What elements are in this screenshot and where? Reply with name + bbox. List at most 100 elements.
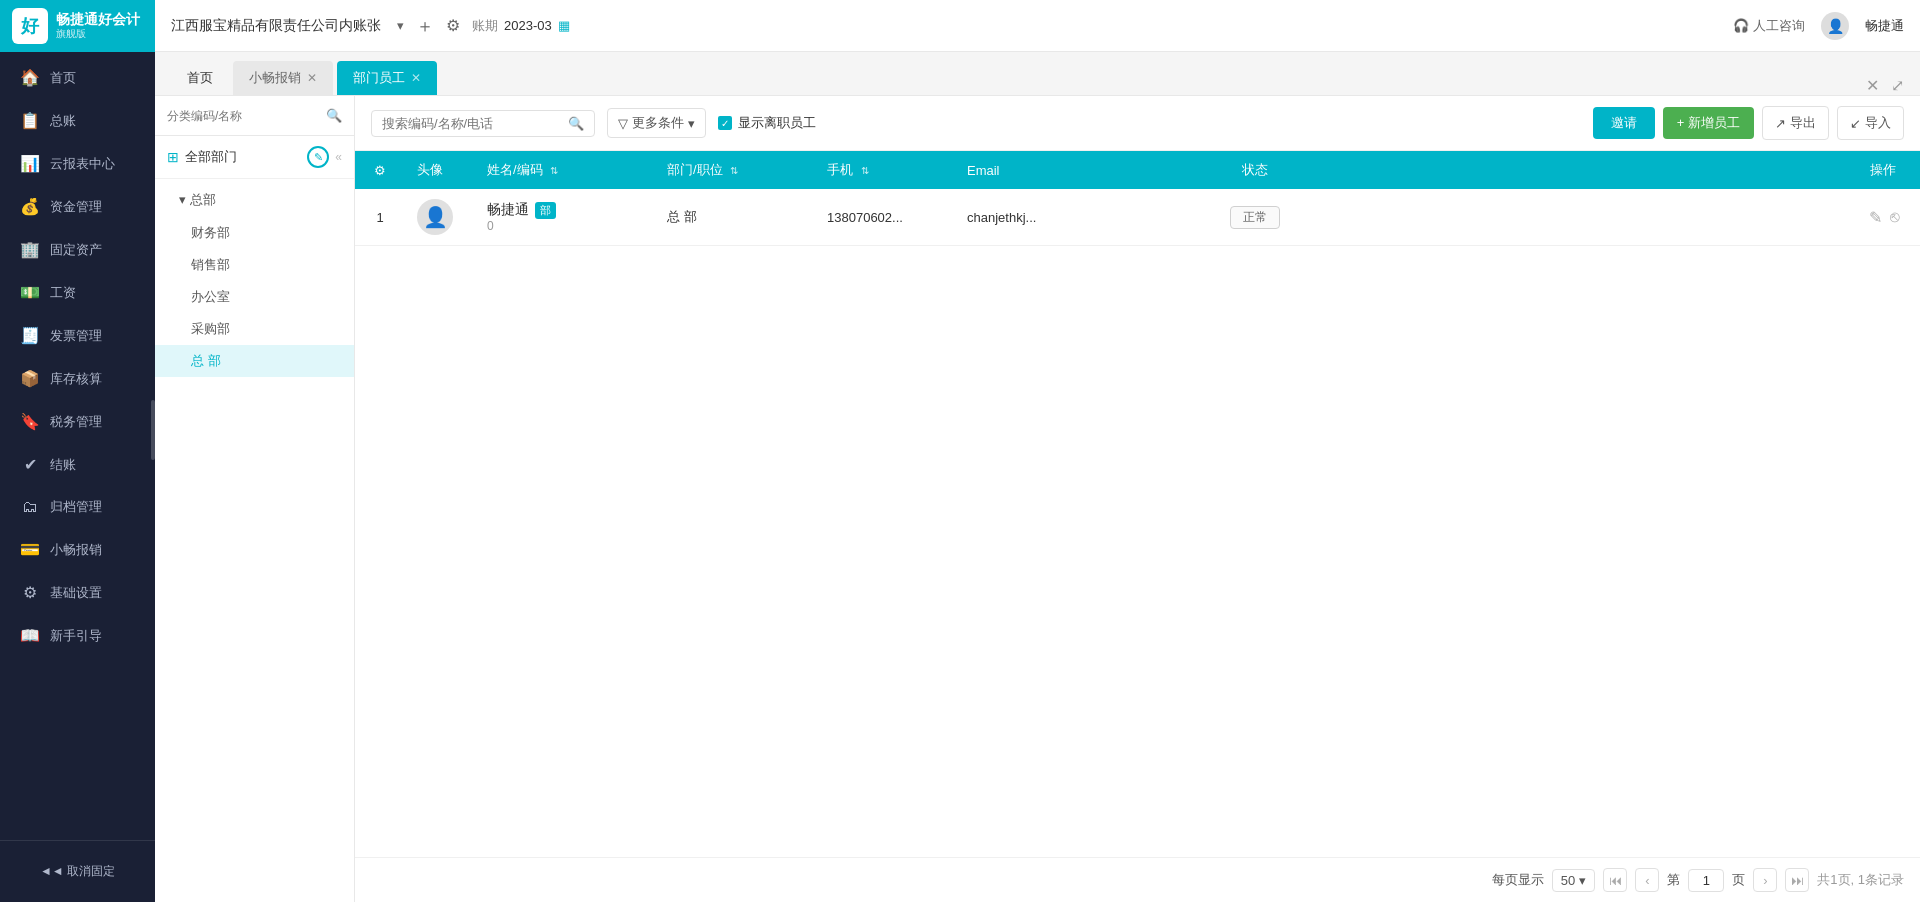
sidebar-label-inventory: 库存核算 — [50, 370, 102, 388]
top-bar: 江西服宝精品有限责任公司内账张 ▾ ＋ ⚙ 账期 2023-03 ▦ 🎧 人工咨… — [155, 0, 1920, 52]
inventory-icon: 📦 — [20, 369, 40, 388]
edit-employee-icon[interactable]: ✎ — [1869, 208, 1882, 227]
tab-xiaochang-baoxiao[interactable]: 小畅报销 ✕ — [233, 61, 333, 95]
employee-search-input[interactable] — [382, 116, 562, 131]
dept-item-bangongshi[interactable]: 办公室 — [155, 281, 354, 313]
headset-icon: 🎧 — [1733, 18, 1749, 33]
sidebar-item-xiaochang[interactable]: 💳 小畅报销 — [0, 528, 155, 571]
sidebar-item-home[interactable]: 🏠 首页 — [0, 56, 155, 99]
dept-item-zongbu[interactable]: 总 部 — [155, 345, 354, 377]
sidebar-label-settlement: 结账 — [50, 456, 76, 474]
col-settings[interactable]: ⚙ — [355, 151, 405, 189]
collapse-panel-icon[interactable]: « — [335, 150, 342, 164]
col-phone[interactable]: 手机 ⇅ — [815, 151, 955, 189]
all-depts-label-block: ⊞ 全部部门 — [167, 148, 237, 166]
add-company-icon[interactable]: ＋ — [416, 14, 434, 38]
sidebar-item-fixed-assets[interactable]: 🏢 固定资产 — [0, 228, 155, 271]
col-dept-pos[interactable]: 部门/职位 ⇅ — [655, 151, 815, 189]
company-name: 江西服宝精品有限责任公司内账张 — [171, 17, 381, 35]
sidebar-label-payroll: 工资 — [50, 284, 76, 302]
employee-phone: 138070602... — [827, 210, 903, 225]
settings-gear-icon[interactable]: ⚙ — [446, 16, 460, 35]
tab-xiaochang-label: 小畅报销 — [249, 69, 301, 87]
sidebar-item-invoice[interactable]: 🧾 发票管理 — [0, 314, 155, 357]
show-resigned-toggle[interactable]: ✓ 显示离职员工 — [718, 114, 816, 132]
dept-item-zongbu-parent[interactable]: ▾ 总部 — [155, 183, 354, 217]
tax-icon: 🔖 — [20, 412, 40, 431]
app-name: 畅捷通好会计 — [56, 11, 140, 28]
company-dropdown-icon[interactable]: ▾ — [397, 18, 404, 33]
import-button[interactable]: ↙ 导入 — [1837, 106, 1904, 140]
add-employee-button[interactable]: + 新增员工 — [1663, 107, 1754, 139]
sort-name-icon: ⇅ — [550, 165, 558, 176]
close-window-icon[interactable]: ✕ — [1866, 76, 1879, 95]
sidebar-label-tax: 税务管理 — [50, 413, 102, 431]
total-records: 共1页, 1条记录 — [1817, 871, 1904, 889]
sidebar-label-funds: 资金管理 — [50, 198, 102, 216]
employee-search-box: 🔍 — [371, 110, 595, 137]
sidebar-item-inventory[interactable]: 📦 库存核算 — [0, 357, 155, 400]
sidebar: 好 畅捷通好会计 旗舰版 🏠 首页 📋 总账 📊 云报表中心 💰 资金管理 🏢 … — [0, 0, 155, 902]
funds-icon: 💰 — [20, 197, 40, 216]
col-actions: 操作 — [1355, 151, 1920, 189]
dept-item-xiaoshou[interactable]: 销售部 — [155, 249, 354, 281]
cancel-fixed-button[interactable]: ◄◄ 取消固定 — [0, 853, 155, 890]
sidebar-item-guide[interactable]: 📖 新手引导 — [0, 614, 155, 657]
sidebar-item-general-ledger[interactable]: 📋 总账 — [0, 99, 155, 142]
edit-dept-icon[interactable]: ✎ — [307, 146, 329, 168]
left-panel: 🔍 ⊞ 全部部门 ✎ « ▾ 总部 财务部 销售部 办公室 采购部 总 部 — [155, 96, 355, 902]
user-avatar[interactable]: 👤 — [1821, 12, 1849, 40]
all-depts-label[interactable]: 全部部门 — [185, 148, 237, 166]
sidebar-item-settlement[interactable]: ✔ 结账 — [0, 443, 155, 486]
dept-search-icon[interactable]: 🔍 — [326, 108, 342, 123]
sidebar-item-payroll[interactable]: 💵 工资 — [0, 271, 155, 314]
employee-status-badge: 正常 — [1230, 206, 1280, 229]
more-filter-button[interactable]: ▽ 更多条件 ▾ — [607, 108, 706, 138]
home-icon: 🏠 — [20, 68, 40, 87]
page-unit: 页 — [1732, 871, 1745, 889]
sidebar-item-settings[interactable]: ⚙ 基础设置 — [0, 571, 155, 614]
sidebar-label-settings: 基础设置 — [50, 584, 102, 602]
table-header-row: ⚙ 头像 姓名/编码 ⇅ 部门/职位 ⇅ 手机 — [355, 151, 1920, 189]
tab-xiaochang-close-icon[interactable]: ✕ — [307, 71, 317, 85]
tab-bumen-employee[interactable]: 部门员工 ✕ — [337, 61, 437, 95]
invite-button[interactable]: 邀请 — [1593, 107, 1655, 139]
sidebar-label-report-center: 云报表中心 — [50, 155, 115, 173]
calendar-icon[interactable]: ▦ — [558, 18, 570, 33]
last-page-button[interactable]: ⏭ — [1785, 868, 1809, 892]
settlement-icon: ✔ — [20, 455, 40, 474]
tab-home[interactable]: 首页 — [171, 61, 229, 95]
support-button[interactable]: 🎧 人工咨询 — [1733, 17, 1805, 35]
dept-item-caigou[interactable]: 采购部 — [155, 313, 354, 345]
sidebar-item-funds[interactable]: 💰 资金管理 — [0, 185, 155, 228]
dept-item-caiwu[interactable]: 财务部 — [155, 217, 354, 249]
sidebar-item-tax[interactable]: 🔖 税务管理 — [0, 400, 155, 443]
employee-code: 0 — [487, 219, 643, 233]
next-page-button[interactable]: › — [1753, 868, 1777, 892]
sidebar-item-report-center[interactable]: 📊 云报表中心 — [0, 142, 155, 185]
prev-page-button[interactable]: ‹ — [1635, 868, 1659, 892]
page-label: 第 — [1667, 871, 1680, 889]
employee-avatar: 👤 — [417, 199, 453, 235]
tab-home-label: 首页 — [187, 69, 213, 87]
user-name-top: 畅捷通 — [1865, 17, 1904, 35]
resigned-checkbox[interactable]: ✓ — [718, 116, 732, 130]
per-page-selector[interactable]: 50 ▾ — [1552, 869, 1595, 892]
employee-search-icon[interactable]: 🔍 — [568, 116, 584, 131]
assets-icon: 🏢 — [20, 240, 40, 259]
row-index: 1 — [355, 189, 405, 246]
sidebar-label-home: 首页 — [50, 69, 76, 87]
logout-employee-icon[interactable]: ⎋ — [1890, 208, 1900, 227]
page-number-input[interactable]: 1 — [1688, 869, 1724, 892]
employee-email: chanjethkj... — [967, 210, 1036, 225]
first-page-button[interactable]: ⏮ — [1603, 868, 1627, 892]
name-text: 畅捷通 — [487, 201, 529, 219]
employee-table-container: ⚙ 头像 姓名/编码 ⇅ 部门/职位 ⇅ 手机 — [355, 151, 1920, 857]
col-name-code[interactable]: 姓名/编码 ⇅ — [475, 151, 655, 189]
export-button[interactable]: ↗ 导出 — [1762, 106, 1829, 140]
sidebar-item-archive[interactable]: 🗂 归档管理 — [0, 486, 155, 528]
maximize-window-icon[interactable]: ⤢ — [1891, 76, 1904, 95]
employee-dept: 总 部 — [667, 208, 803, 226]
tab-bumen-close-icon[interactable]: ✕ — [411, 71, 421, 85]
dept-search-input[interactable] — [167, 109, 320, 123]
